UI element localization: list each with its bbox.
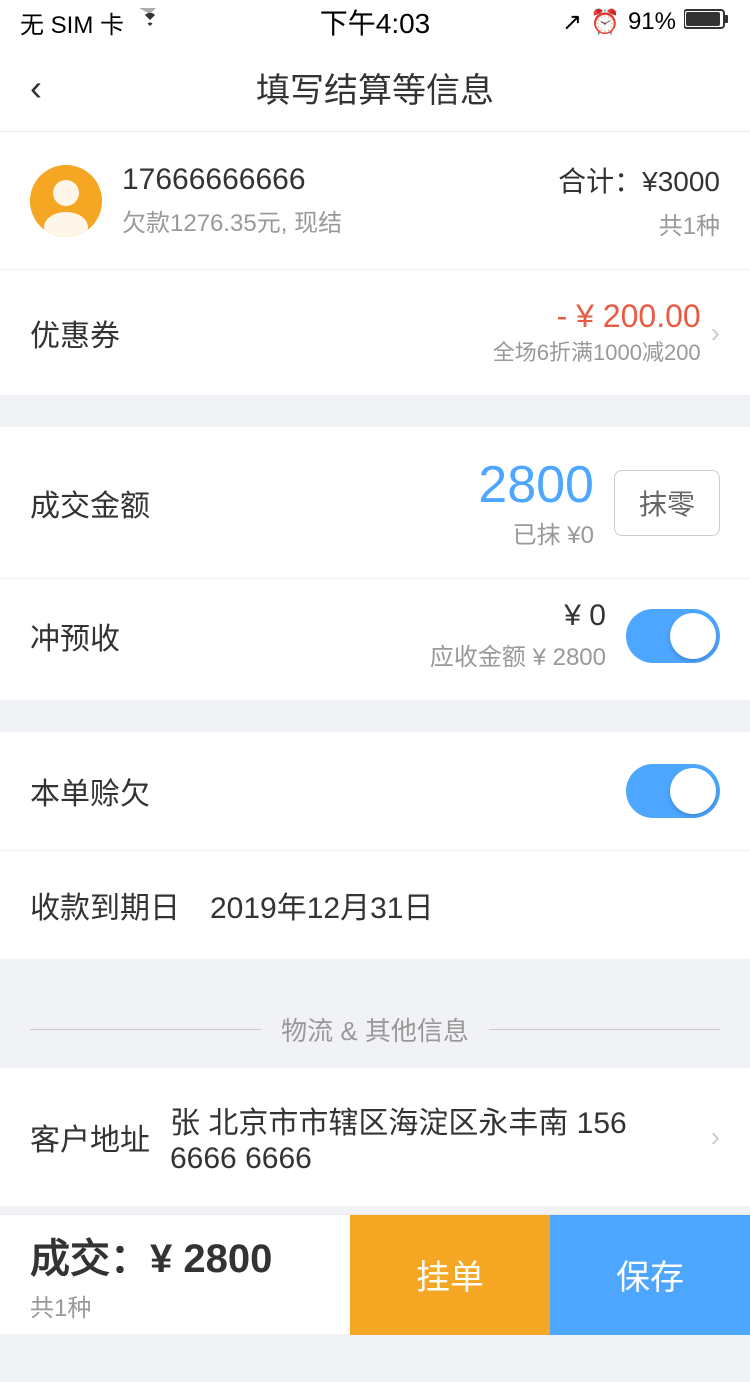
bottom-deal-prefix: 成交： <box>30 1237 150 1281</box>
back-button[interactable]: ‹ <box>30 67 42 109</box>
location-icon: ↗ <box>562 8 582 37</box>
bottom-deal-label: 成交：¥ 2800 <box>30 1226 350 1284</box>
alarm-icon: ⏰ <box>590 8 620 37</box>
logistics-line-right <box>489 1029 720 1030</box>
battery-icon <box>684 8 730 37</box>
section-divider-2 <box>0 716 750 732</box>
prepay-row: 冲预收 ¥ 0 应收金额 ¥ 2800 <box>0 578 750 700</box>
content-area: 17666666666 欠款1276.35元, 现结 合计：¥3000 共1种 … <box>0 132 750 1382</box>
customer-row: 17666666666 欠款1276.35元, 现结 合计：¥3000 共1种 <box>0 132 750 269</box>
section-divider-1 <box>0 411 750 427</box>
pending-button[interactable]: 挂单 <box>350 1215 550 1335</box>
bottom-deal-amount: ¥ 2800 <box>150 1237 272 1281</box>
sim-status: 无 SIM 卡 <box>20 5 124 40</box>
total-amount: 合计：¥3000 <box>558 160 720 200</box>
prepay-amount-col: ¥ 0 应收金额 ¥ 2800 <box>430 599 606 672</box>
status-right: ↗ ⏰ 91% <box>562 8 730 37</box>
customer-debt: 欠款1276.35元, 现结 <box>122 203 342 238</box>
deal-zeroed: 已抹 ¥0 <box>478 515 594 550</box>
customer-avatar <box>30 165 102 237</box>
prepay-amount: ¥ 0 <box>430 599 606 633</box>
deal-amount: 2800 <box>478 455 594 515</box>
prepay-toggle[interactable] <box>626 609 720 663</box>
customer-phone: 17666666666 <box>122 163 342 197</box>
address-row[interactable]: 客户地址 张 北京市市辖区海淀区永丰南 156 6666 6666 › <box>0 1068 750 1206</box>
save-button[interactable]: 保存 <box>550 1215 750 1335</box>
address-card: 客户地址 张 北京市市辖区海淀区永丰南 156 6666 6666 › <box>0 1068 750 1206</box>
deal-amount-col: 2800 已抹 ¥0 <box>478 455 594 550</box>
coupon-info: - ¥ 200.00 全场6折满1000减200 <box>493 298 701 367</box>
duedate-label: 收款到期日 <box>30 883 180 927</box>
wifi-icon <box>134 8 166 37</box>
prepay-label: 冲预收 <box>30 614 120 658</box>
prepay-right: ¥ 0 应收金额 ¥ 2800 <box>430 599 720 672</box>
deal-row: 成交金额 2800 已抹 ¥0 抹零 <box>0 427 750 578</box>
prepay-receivable: 应收金额 ¥ 2800 <box>430 637 606 672</box>
battery-level: 91% <box>628 8 676 36</box>
duedate-value: 2019年12月31日 <box>210 883 433 927</box>
duedate-row: 收款到期日 2019年12月31日 <box>0 850 750 959</box>
customer-left: 17666666666 欠款1276.35元, 现结 <box>30 163 342 238</box>
status-bar: 无 SIM 卡 下午4:03 ↗ ⏰ 91% <box>0 0 750 44</box>
customer-info: 17666666666 欠款1276.35元, 现结 <box>122 163 342 238</box>
deal-card: 成交金额 2800 已抹 ¥0 抹零 冲预收 ¥ 0 应收金额 ¥ 2800 <box>0 427 750 700</box>
debt-toggle[interactable] <box>626 764 720 818</box>
coupon-right: - ¥ 200.00 全场6折满1000减200 › <box>493 298 720 367</box>
customer-right: 合计：¥3000 共1种 <box>558 160 720 241</box>
debt-label: 本单赊欠 <box>30 769 150 813</box>
bottom-info: 成交：¥ 2800 共1种 <box>0 1226 350 1323</box>
coupon-row[interactable]: 优惠券 - ¥ 200.00 全场6折满1000减200 › <box>0 269 750 395</box>
address-label: 客户地址 <box>30 1115 150 1159</box>
status-left: 无 SIM 卡 <box>20 5 166 40</box>
debt-card: 本单赊欠 收款到期日 2019年12月31日 <box>0 732 750 959</box>
customer-card: 17666666666 欠款1276.35元, 现结 合计：¥3000 共1种 … <box>0 132 750 395</box>
debt-row: 本单赊欠 <box>0 732 750 850</box>
status-time: 下午4:03 <box>320 2 431 42</box>
section-divider-3 <box>0 975 750 991</box>
total-count: 共1种 <box>558 206 720 241</box>
logistics-text: 物流 & 其他信息 <box>281 1011 469 1048</box>
round-zero-button[interactable]: 抹零 <box>614 470 720 536</box>
coupon-amount: - ¥ 200.00 <box>493 298 701 335</box>
logistics-divider: 物流 & 其他信息 <box>0 991 750 1068</box>
address-chevron: › <box>711 1121 720 1153</box>
bottom-bar: 成交：¥ 2800 共1种 挂单 保存 <box>0 1214 750 1334</box>
address-value: 张 北京市市辖区海淀区永丰南 156 6666 6666 <box>170 1098 691 1176</box>
page-title: 填写结算等信息 <box>256 63 494 112</box>
coupon-chevron: › <box>711 317 720 349</box>
logistics-line-left <box>30 1029 261 1030</box>
coupon-label: 优惠券 <box>30 311 120 355</box>
deal-right: 2800 已抹 ¥0 抹零 <box>478 455 720 550</box>
nav-bar: ‹ 填写结算等信息 <box>0 44 750 132</box>
bottom-count: 共1种 <box>30 1288 350 1323</box>
deal-label: 成交金额 <box>30 481 150 525</box>
coupon-desc: 全场6折满1000减200 <box>493 335 701 367</box>
